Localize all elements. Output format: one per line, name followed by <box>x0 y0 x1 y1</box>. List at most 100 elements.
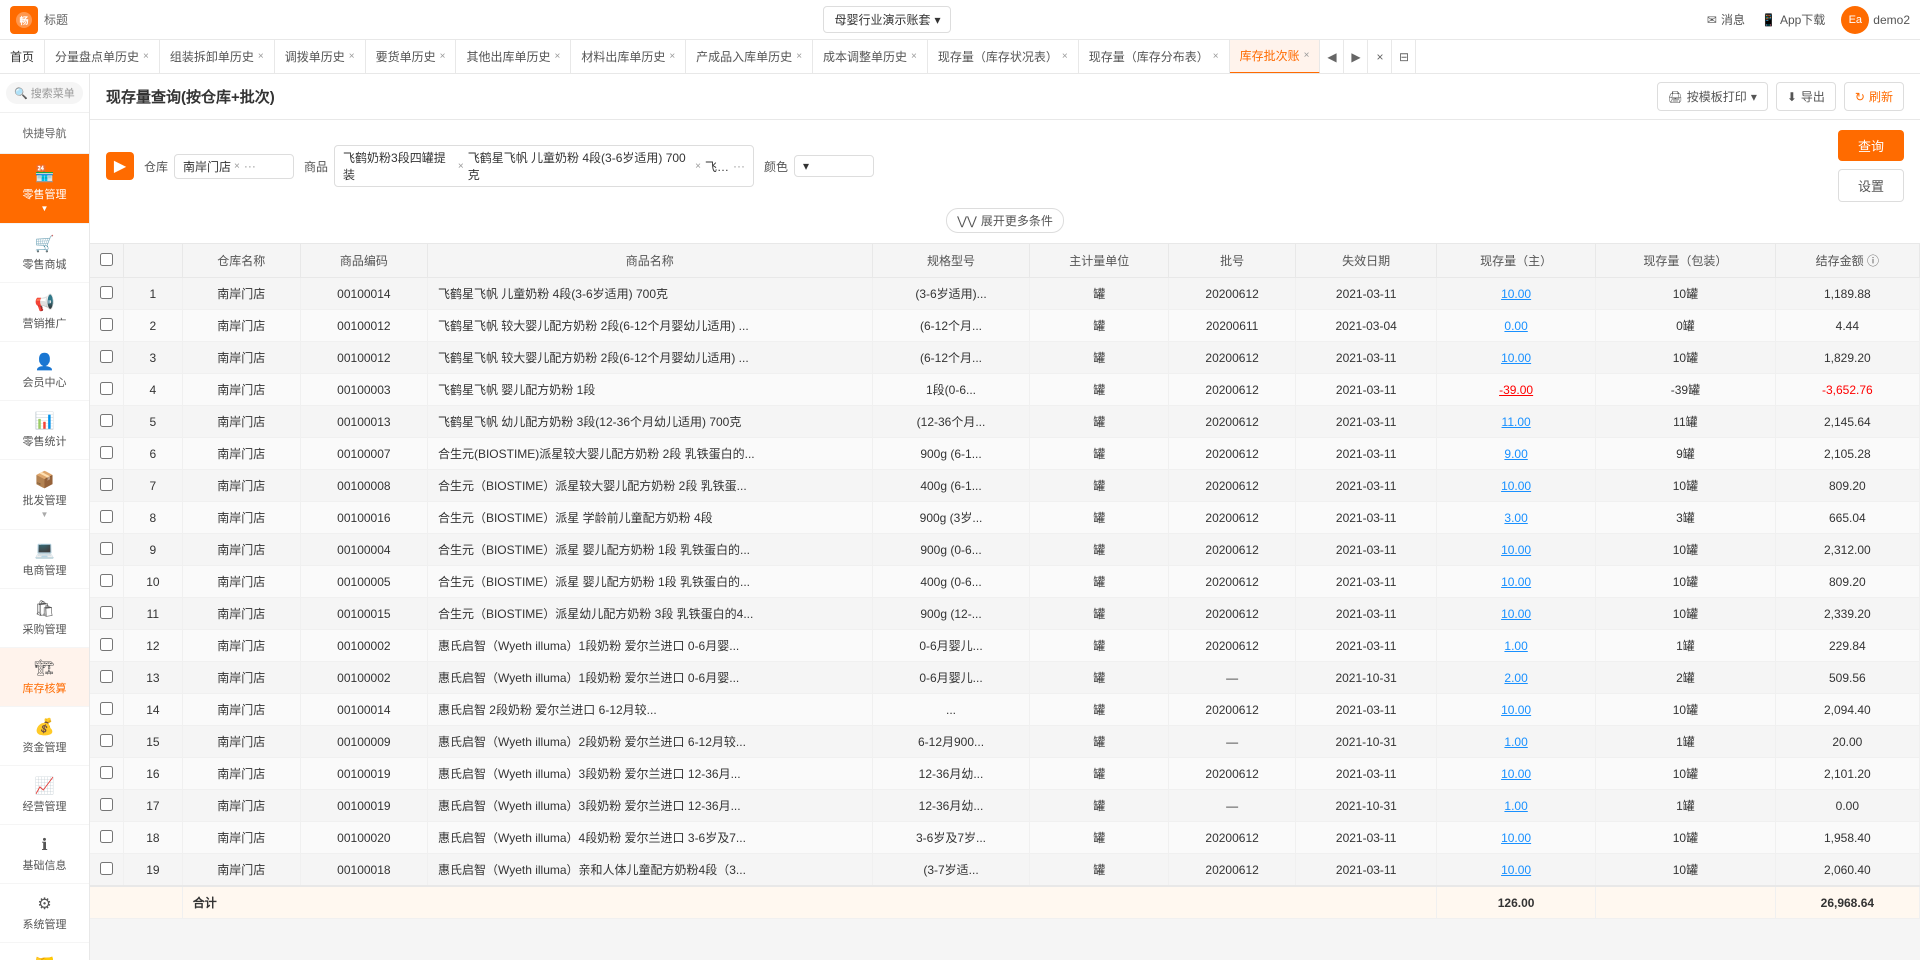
tab-1-close[interactable]: × <box>143 51 149 62</box>
sidebar-search-box[interactable]: 🔍 搜索菜单 <box>6 82 83 104</box>
row-checkbox-16[interactable] <box>90 790 124 822</box>
tab-11[interactable]: 库存批次账 × <box>1230 40 1321 74</box>
sidebar-item-ecommerce[interactable]: 💻 电商管理 <box>0 530 89 589</box>
sidebar-item-member[interactable]: 👤 会员中心 <box>0 342 89 401</box>
row-qty-3[interactable]: -39.00 <box>1437 374 1596 406</box>
tab-8-close[interactable]: × <box>911 51 917 62</box>
message-btn[interactable]: ✉ 消息 <box>1707 11 1745 28</box>
row-checkbox-11[interactable] <box>90 630 124 662</box>
tab-4[interactable]: 要货单历史 × <box>366 40 457 74</box>
tab-2-close[interactable]: × <box>258 51 264 62</box>
tab-7-close[interactable]: × <box>796 51 802 62</box>
row-qty-5[interactable]: 9.00 <box>1437 438 1596 470</box>
tab-3[interactable]: 调拨单历史 × <box>275 40 366 74</box>
setting-btn[interactable]: 设置 <box>1838 169 1904 202</box>
row-select-1[interactable] <box>100 318 113 331</box>
row-select-14[interactable] <box>100 734 113 747</box>
row-select-17[interactable] <box>100 830 113 843</box>
sidebar-item-wholesale[interactable]: 📦 批发管理 ▼ <box>0 460 89 530</box>
row-checkbox-6[interactable] <box>90 470 124 502</box>
tab-scroll-right[interactable]: ▶ <box>1344 40 1368 74</box>
color-dropdown[interactable]: ▾ <box>794 155 874 177</box>
app-download-btn[interactable]: 📱 App下载 <box>1761 11 1825 28</box>
row-checkbox-8[interactable] <box>90 534 124 566</box>
row-checkbox-14[interactable] <box>90 726 124 758</box>
tab-7[interactable]: 产成品入库单历史 × <box>686 40 813 74</box>
expand-more-btn[interactable]: ⋁⋁ 展开更多条件 <box>946 208 1064 233</box>
row-select-18[interactable] <box>100 862 113 875</box>
row-select-2[interactable] <box>100 350 113 363</box>
row-qty-18[interactable]: 10.00 <box>1437 854 1596 887</box>
tab-4-close[interactable]: × <box>440 51 446 62</box>
row-checkbox-13[interactable] <box>90 694 124 726</box>
tab-2[interactable]: 组装拆卸单历史 × <box>160 40 275 74</box>
row-checkbox-2[interactable] <box>90 342 124 374</box>
row-select-11[interactable] <box>100 638 113 651</box>
sidebar-item-basic-info[interactable]: ℹ 基础信息 <box>0 825 89 884</box>
row-checkbox-7[interactable] <box>90 502 124 534</box>
sidebar-item-marketing[interactable]: 📢 营销推广 <box>0 283 89 342</box>
row-select-15[interactable] <box>100 766 113 779</box>
sidebar-item-operations[interactable]: 📈 经营管理 <box>0 766 89 825</box>
row-qty-14[interactable]: 1.00 <box>1437 726 1596 758</box>
row-qty-9[interactable]: 10.00 <box>1437 566 1596 598</box>
row-checkbox-5[interactable] <box>90 438 124 470</box>
row-qty-1[interactable]: 0.00 <box>1437 310 1596 342</box>
warehouse-filter-box[interactable]: 南岸门店 × ··· <box>174 154 294 179</box>
row-select-0[interactable] <box>100 286 113 299</box>
row-checkbox-4[interactable] <box>90 406 124 438</box>
tab-10-close[interactable]: × <box>1213 51 1219 62</box>
row-select-5[interactable] <box>100 446 113 459</box>
tab-10[interactable]: 现存量（库存分布表） × <box>1079 40 1230 74</box>
tab-5-close[interactable]: × <box>554 51 560 62</box>
row-qty-10[interactable]: 10.00 <box>1437 598 1596 630</box>
user-avatar-btn[interactable]: Ea demo2 <box>1841 6 1910 34</box>
row-select-10[interactable] <box>100 606 113 619</box>
sidebar-item-retail-management[interactable]: 🏪 零售管理 ▼ <box>0 154 89 224</box>
product-filter-dots[interactable]: ··· <box>733 159 745 173</box>
product-tag-2-close[interactable]: × <box>695 161 701 172</box>
row-select-9[interactable] <box>100 574 113 587</box>
sidebar-item-corp-collab[interactable]: 🤝 企业协同 <box>0 943 89 960</box>
row-qty-0[interactable]: 10.00 <box>1437 278 1596 310</box>
tab-close-all[interactable]: × <box>1368 40 1392 74</box>
sidebar-item-purchase[interactable]: 🛍 采购管理 <box>0 589 89 648</box>
row-select-12[interactable] <box>100 670 113 683</box>
row-qty-6[interactable]: 10.00 <box>1437 470 1596 502</box>
print-btn[interactable]: 🖨 按模板打印 ▾ <box>1657 82 1768 111</box>
row-checkbox-18[interactable] <box>90 854 124 887</box>
row-checkbox-15[interactable] <box>90 758 124 790</box>
row-qty-8[interactable]: 10.00 <box>1437 534 1596 566</box>
tab-8[interactable]: 成本调整单历史 × <box>813 40 928 74</box>
tab-menu[interactable]: ⊟ <box>1392 40 1416 74</box>
row-qty-2[interactable]: 10.00 <box>1437 342 1596 374</box>
tab-9-close[interactable]: × <box>1062 51 1068 62</box>
row-checkbox-0[interactable] <box>90 278 124 310</box>
filter-toggle-btn[interactable]: ▶ <box>106 152 134 180</box>
tab-3-close[interactable]: × <box>349 51 355 62</box>
row-checkbox-9[interactable] <box>90 566 124 598</box>
row-select-3[interactable] <box>100 382 113 395</box>
refresh-btn[interactable]: ↻ 刷新 <box>1844 82 1904 111</box>
tab-11-close[interactable]: × <box>1304 50 1310 61</box>
tab-9[interactable]: 现存量（库存状况表） × <box>928 40 1079 74</box>
warehouse-tag-close[interactable]: × <box>234 161 240 172</box>
tab-home[interactable]: 首页 <box>0 40 45 74</box>
tab-6-close[interactable]: × <box>669 51 675 62</box>
row-checkbox-17[interactable] <box>90 822 124 854</box>
select-all-checkbox[interactable] <box>100 253 113 266</box>
row-qty-13[interactable]: 10.00 <box>1437 694 1596 726</box>
quick-nav-btn[interactable]: 快捷导航 <box>0 119 89 147</box>
sidebar-item-inventory[interactable]: 🏗 库存核算 <box>0 648 89 707</box>
sidebar-item-system[interactable]: ⚙ 系统管理 <box>0 884 89 943</box>
row-select-13[interactable] <box>100 702 113 715</box>
tab-scroll-left[interactable]: ◀ <box>1320 40 1344 74</box>
tab-6[interactable]: 材料出库单历史 × <box>571 40 686 74</box>
warehouse-filter-dots[interactable]: ··· <box>244 159 256 173</box>
org-selector[interactable]: 母婴行业演示账套 ▾ <box>823 6 951 33</box>
tab-5[interactable]: 其他出库单历史 × <box>456 40 571 74</box>
export-btn[interactable]: ⬇ 导出 <box>1776 82 1836 111</box>
row-qty-15[interactable]: 10.00 <box>1437 758 1596 790</box>
row-select-7[interactable] <box>100 510 113 523</box>
row-qty-12[interactable]: 2.00 <box>1437 662 1596 694</box>
